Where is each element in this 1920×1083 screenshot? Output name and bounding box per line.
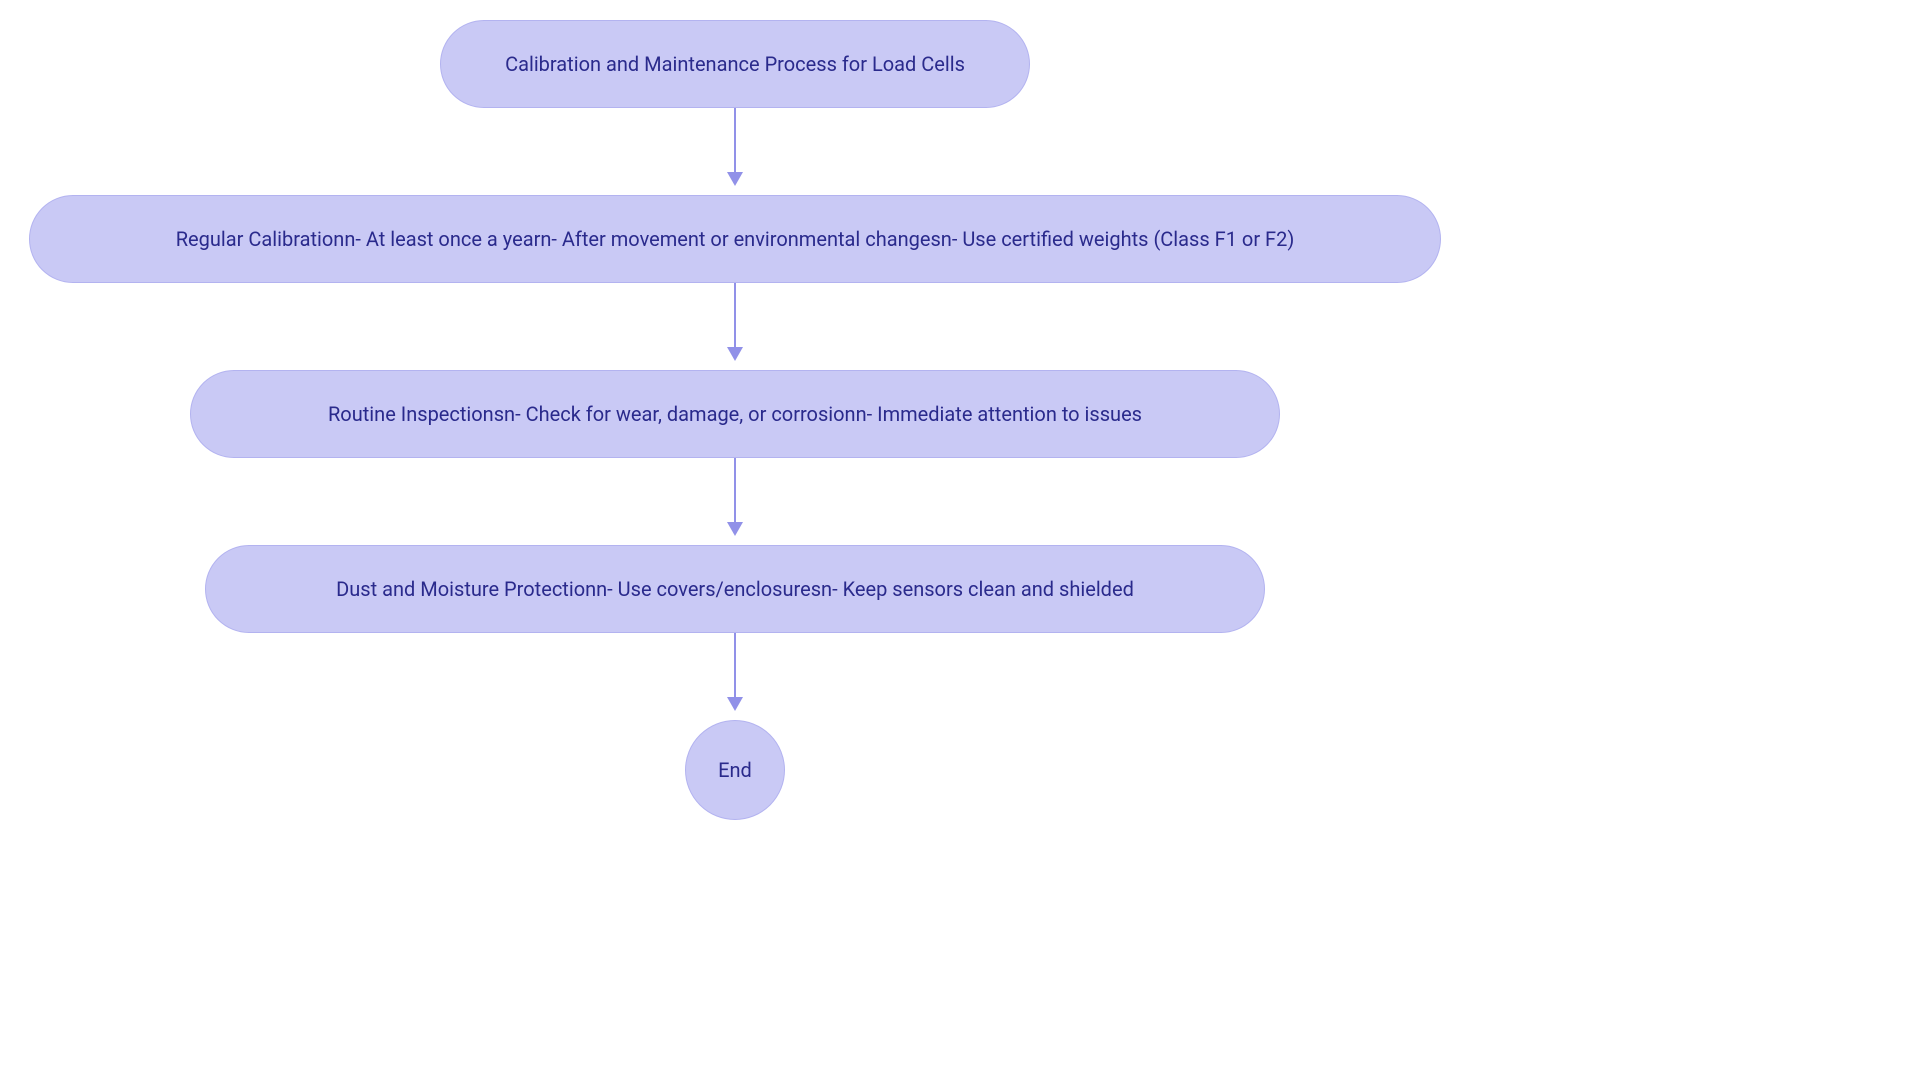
flowchart-arrow <box>734 283 736 359</box>
flowchart-node-protection: Dust and Moisture Protectionn- Use cover… <box>205 545 1265 633</box>
flowchart-node-calibration: Regular Calibrationn- At least once a ye… <box>29 195 1441 283</box>
node-label: Dust and Moisture Protectionn- Use cover… <box>336 575 1134 603</box>
node-label: End <box>718 756 752 784</box>
node-label: Regular Calibrationn- At least once a ye… <box>176 225 1295 253</box>
flowchart-node-inspections: Routine Inspectionsn- Check for wear, da… <box>190 370 1280 458</box>
flowchart-arrow <box>734 633 736 709</box>
flowchart-container: Calibration and Maintenance Process for … <box>0 0 1920 1083</box>
flowchart-node-title: Calibration and Maintenance Process for … <box>440 20 1030 108</box>
node-label: Calibration and Maintenance Process for … <box>505 50 965 78</box>
node-label: Routine Inspectionsn- Check for wear, da… <box>328 400 1142 428</box>
flowchart-node-end: End <box>685 720 785 820</box>
flowchart-arrow <box>734 458 736 534</box>
flowchart-arrow <box>734 108 736 184</box>
